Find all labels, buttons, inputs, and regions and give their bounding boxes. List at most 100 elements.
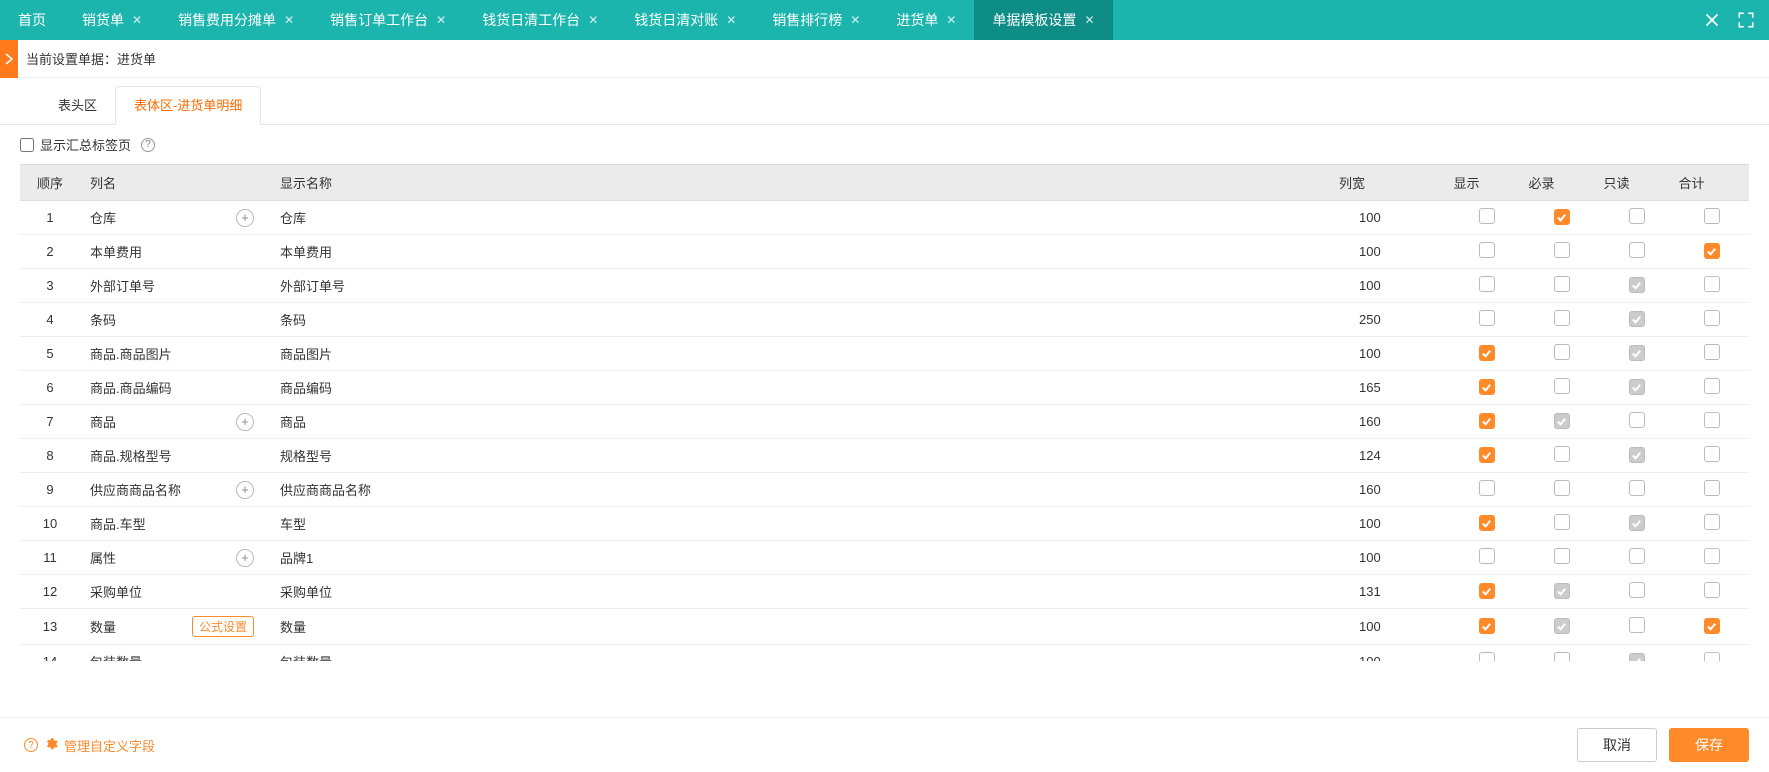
close-icon[interactable]: ✕ xyxy=(284,13,294,27)
cell-display[interactable]: 品牌1 xyxy=(270,541,1349,575)
checkbox-total[interactable] xyxy=(1704,548,1720,564)
summary-tab-checkbox[interactable] xyxy=(20,138,34,152)
checkbox-total[interactable] xyxy=(1704,276,1720,292)
table-row[interactable]: 1仓库+仓库100 xyxy=(20,201,1749,235)
checkbox-show[interactable] xyxy=(1479,618,1495,634)
checkbox-required[interactable] xyxy=(1554,652,1570,661)
cell-display[interactable]: 规格型号 xyxy=(270,439,1349,473)
table-row[interactable]: 11属性+品牌1100 xyxy=(20,541,1749,575)
cell-display[interactable]: 商品 xyxy=(270,405,1349,439)
top-tab[interactable]: 销售排行榜✕ xyxy=(754,0,878,40)
cell-display[interactable]: 采购单位 xyxy=(270,575,1349,609)
checkbox-required[interactable] xyxy=(1554,446,1570,462)
sidebar-toggle-handle[interactable] xyxy=(0,40,18,78)
cell-width[interactable]: 160 xyxy=(1349,473,1449,507)
cell-display[interactable]: 供应商商品名称 xyxy=(270,473,1349,507)
close-icon[interactable]: ✕ xyxy=(132,13,142,27)
cell-display[interactable]: 商品编码 xyxy=(270,371,1349,405)
cell-display[interactable]: 车型 xyxy=(270,507,1349,541)
checkbox-total[interactable] xyxy=(1704,412,1720,428)
table-row[interactable]: 8商品.规格型号规格型号124 xyxy=(20,439,1749,473)
checkbox-readonly[interactable] xyxy=(1629,582,1645,598)
table-row[interactable]: 5商品.商品图片商品图片100 xyxy=(20,337,1749,371)
cell-display[interactable]: 商品图片 xyxy=(270,337,1349,371)
table-row[interactable]: 4条码条码250 xyxy=(20,303,1749,337)
cell-display[interactable]: 本单费用 xyxy=(270,235,1349,269)
cell-display[interactable]: 外部订单号 xyxy=(270,269,1349,303)
top-tab[interactable]: 进货单✕ xyxy=(878,0,974,40)
checkbox-required[interactable] xyxy=(1554,310,1570,326)
checkbox-total[interactable] xyxy=(1704,243,1720,259)
save-button[interactable]: 保存 xyxy=(1669,728,1749,762)
top-tab[interactable]: 销售订单工作台✕ xyxy=(312,0,464,40)
table-row[interactable]: 7商品+商品160 xyxy=(20,405,1749,439)
checkbox-show[interactable] xyxy=(1479,583,1495,599)
table-row[interactable]: 3外部订单号外部订单号100 xyxy=(20,269,1749,303)
cell-width[interactable]: 100 xyxy=(1349,269,1449,303)
checkbox-show[interactable] xyxy=(1479,276,1495,292)
checkbox-total[interactable] xyxy=(1704,446,1720,462)
close-all-icon[interactable] xyxy=(1703,11,1721,29)
checkbox-show[interactable] xyxy=(1479,242,1495,258)
table-row[interactable]: 2本单费用本单费用100 xyxy=(20,235,1749,269)
top-tab[interactable]: 单据模板设置✕ xyxy=(974,0,1112,40)
checkbox-total[interactable] xyxy=(1704,480,1720,496)
table-row[interactable]: 6商品.商品编码商品编码165 xyxy=(20,371,1749,405)
checkbox-total[interactable] xyxy=(1704,344,1720,360)
checkbox-required[interactable] xyxy=(1554,209,1570,225)
cell-width[interactable]: 100 xyxy=(1349,235,1449,269)
checkbox-required[interactable] xyxy=(1554,378,1570,394)
cell-width[interactable]: 165 xyxy=(1349,371,1449,405)
cell-width[interactable]: 100 xyxy=(1349,645,1449,661)
sub-tab[interactable]: 表头区 xyxy=(40,87,115,124)
add-icon[interactable]: + xyxy=(236,481,254,499)
checkbox-show[interactable] xyxy=(1479,480,1495,496)
checkbox-required[interactable] xyxy=(1554,514,1570,530)
add-icon[interactable]: + xyxy=(236,549,254,567)
checkbox-required[interactable] xyxy=(1554,548,1570,564)
sub-tab[interactable]: 表体区-进货单明细 xyxy=(115,86,261,125)
checkbox-required[interactable] xyxy=(1554,344,1570,360)
checkbox-total[interactable] xyxy=(1704,582,1720,598)
checkbox-readonly[interactable] xyxy=(1629,208,1645,224)
checkbox-show[interactable] xyxy=(1479,310,1495,326)
cell-width[interactable]: 100 xyxy=(1349,507,1449,541)
cell-display[interactable]: 数量 xyxy=(270,609,1349,645)
checkbox-show[interactable] xyxy=(1479,447,1495,463)
cancel-button[interactable]: 取消 xyxy=(1577,728,1657,762)
checkbox-total[interactable] xyxy=(1704,652,1720,661)
cell-width[interactable]: 160 xyxy=(1349,405,1449,439)
checkbox-total[interactable] xyxy=(1704,618,1720,634)
checkbox-total[interactable] xyxy=(1704,310,1720,326)
close-icon[interactable]: ✕ xyxy=(1084,13,1094,27)
close-icon[interactable]: ✕ xyxy=(726,13,736,27)
cell-width[interactable]: 250 xyxy=(1349,303,1449,337)
manage-custom-fields-link[interactable]: ? 管理自定义字段 xyxy=(20,736,155,755)
cell-width[interactable]: 100 xyxy=(1349,337,1449,371)
checkbox-required[interactable] xyxy=(1554,480,1570,496)
add-icon[interactable]: + xyxy=(236,413,254,431)
checkbox-required[interactable] xyxy=(1554,276,1570,292)
checkbox-readonly[interactable] xyxy=(1629,242,1645,258)
fullscreen-icon[interactable] xyxy=(1737,11,1755,29)
checkbox-readonly[interactable] xyxy=(1629,412,1645,428)
cell-display[interactable]: 仓库 xyxy=(270,201,1349,235)
close-icon[interactable]: ✕ xyxy=(946,13,956,27)
table-row[interactable]: 14包装数量包装数量100 xyxy=(20,645,1749,661)
checkbox-show[interactable] xyxy=(1479,515,1495,531)
cell-width[interactable]: 100 xyxy=(1349,541,1449,575)
top-tab[interactable]: 首页 xyxy=(0,0,64,40)
close-icon[interactable]: ✕ xyxy=(850,13,860,27)
checkbox-show[interactable] xyxy=(1479,345,1495,361)
cell-width[interactable]: 100 xyxy=(1349,201,1449,235)
checkbox-show[interactable] xyxy=(1479,208,1495,224)
checkbox-show[interactable] xyxy=(1479,652,1495,661)
checkbox-total[interactable] xyxy=(1704,208,1720,224)
table-row[interactable]: 13数量公式设置数量100 xyxy=(20,609,1749,645)
cell-display[interactable]: 条码 xyxy=(270,303,1349,337)
checkbox-readonly[interactable] xyxy=(1629,480,1645,496)
close-icon[interactable]: ✕ xyxy=(436,13,446,27)
top-tab[interactable]: 销售费用分摊单✕ xyxy=(160,0,312,40)
checkbox-show[interactable] xyxy=(1479,379,1495,395)
cell-width[interactable]: 100 xyxy=(1349,609,1449,645)
